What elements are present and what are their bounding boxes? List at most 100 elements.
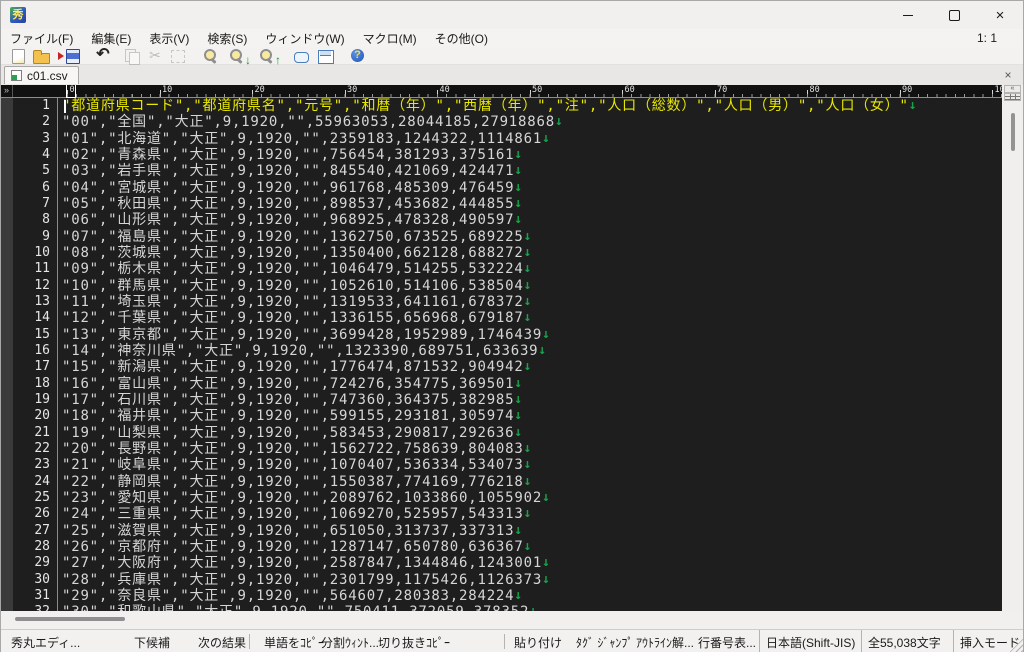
horizontal-scrollbar-thumb[interactable]: [15, 617, 125, 621]
editor-line: 14 "12","千葉県","大正",9,1920,"",1336155,6569…: [1, 310, 1004, 327]
editor-line: 8 "06","山形県","大正",9,1920,"",968925,478328…: [1, 212, 1004, 229]
status-input-mode[interactable]: 挿入モード: [953, 630, 1020, 652]
menu-item-macro[interactable]: マクロ(M): [354, 29, 426, 47]
line-number: 24: [34, 473, 50, 489]
line-text[interactable]: "30","和歌山県","大正",9,1920,"",750411,372059…: [57, 604, 529, 611]
open-file-icon[interactable]: [31, 47, 51, 65]
line-text[interactable]: "16","富山県","大正",9,1920,"",724276,354775,…: [57, 375, 514, 392]
line-text[interactable]: "19","山梨県","大正",9,1920,"",583453,290817,…: [57, 424, 514, 441]
line-text[interactable]: "21","岐阜県","大正",9,1920,"",1070407,536334…: [57, 457, 524, 474]
line-text[interactable]: "17","石川県","大正",9,1920,"",747360,364375,…: [57, 391, 514, 409]
line-text[interactable]: "10","群馬県","大正",9,1920,"",1052610,514106…: [57, 277, 524, 294]
editor-line: 11 "09","栃木県","大正",9,1920,"",1046479,5142…: [1, 261, 1004, 278]
line-text[interactable]: "28","兵庫県","大正",9,1920,"",2301799,117542…: [57, 571, 542, 588]
status-bar: 秀丸エディ... 下候補 次の結果 単語をｺﾋﾟｰ 分割ｳｨﾝﾄ... 切り抜き ｺﾋﾟｰ 貼…: [1, 629, 1023, 652]
status-app-name[interactable]: 秀丸エディ...: [11, 634, 80, 651]
ruler-label-80: 80: [807, 85, 820, 97]
vertical-scrollbar-thumb[interactable]: [1011, 113, 1015, 151]
editor-line: 29 "27","大阪府","大正",9,1920,"",2587847,1344…: [1, 555, 1004, 572]
menu-item-edit[interactable]: 編集(E): [82, 29, 140, 47]
ruler-corner-marker: »: [1, 85, 13, 97]
line-text[interactable]: "27","大阪府","大正",9,1920,"",2587847,134484…: [57, 555, 542, 572]
editor-area[interactable]: » 0102030405060708090100 1"都道府県コード","都道府…: [1, 85, 1004, 611]
line-text[interactable]: "26","京都府","大正",9,1920,"",1287147,650780…: [57, 538, 524, 556]
status-candidate-down[interactable]: 下候補: [134, 634, 170, 651]
menu-item-view[interactable]: 表示(V): [140, 29, 198, 47]
new-file-icon[interactable]: [8, 47, 28, 65]
line-text[interactable]: "11","埼玉県","大正",9,1920,"",1319533,641161…: [57, 293, 524, 311]
menu-item-file[interactable]: ファイル(F): [1, 29, 82, 47]
ruler-collapse-button[interactable]: «: [1004, 85, 1021, 93]
window-controls: ×: [885, 1, 1023, 29]
line-text[interactable]: "23","愛知県","大正",9,1920,"",2089762,103386…: [57, 489, 542, 507]
eol-mark: ↓: [542, 571, 550, 587]
line-text[interactable]: "00","全国","大正",9,1920,"",55963053,280441…: [57, 114, 555, 131]
status-copy-word[interactable]: 単語をｺﾋﾟｰ: [264, 634, 324, 651]
search-up-icon[interactable]: ↑: [257, 47, 281, 66]
menu-item-other[interactable]: その他(O): [426, 29, 497, 47]
close-button[interactable]: ×: [977, 1, 1023, 29]
save-file-icon[interactable]: [57, 47, 81, 65]
line-text[interactable]: "07","福島県","大正",9,1920,"",1362750,673525…: [57, 228, 524, 245]
status-next-result[interactable]: 次の結果: [198, 634, 246, 651]
status-paste[interactable]: 貼り付け: [514, 634, 562, 651]
menu-item-search[interactable]: 検索(S): [198, 29, 256, 47]
editor-line: 5 "03","岩手県","大正",9,1920,"",845540,421069…: [1, 163, 1004, 180]
line-text[interactable]: "02","青森県","大正",9,1920,"",756454,381293,…: [57, 146, 514, 164]
status-split-window[interactable]: 分割ｳｨﾝﾄ...: [321, 634, 379, 651]
line-text[interactable]: "22","静岡県","大正",9,1920,"",1550387,774169…: [57, 473, 524, 490]
menu-item-window[interactable]: ウィンドウ(W): [256, 29, 353, 47]
horizontal-scrollbar[interactable]: [1, 611, 1004, 629]
search-icon[interactable]: [201, 47, 221, 65]
status-tag-jump[interactable]: ﾀｸﾞ ｼﾞｬﾝﾌﾟ: [576, 634, 633, 651]
line-text[interactable]: "09","栃木県","大正",9,1920,"",1046479,514255…: [57, 261, 524, 278]
editor-line: 15 "13","東京都","大正",9,1920,"",3699428,1952…: [1, 326, 1004, 343]
eol-mark: ↓: [523, 359, 532, 375]
ruler-label-10: 10: [159, 85, 172, 97]
line-text[interactable]: "03","岩手県","大正",9,1920,"",845540,421069,…: [57, 163, 514, 180]
maximize-button[interactable]: [931, 1, 977, 29]
ruler-grid-button[interactable]: [1004, 93, 1021, 101]
line-text[interactable]: "18","福井県","大正",9,1920,"",599155,293181,…: [57, 408, 514, 425]
line-text[interactable]: "24","三重県","大正",9,1920,"",1069270,525957…: [57, 506, 524, 523]
line-text[interactable]: "04","宮城県","大正",9,1920,"",961768,485309,…: [57, 179, 514, 196]
minimize-button[interactable]: [885, 1, 931, 29]
eol-mark: ↓: [514, 522, 523, 538]
tab-c01csv[interactable]: c01.csv: [4, 66, 79, 84]
split-window-icon[interactable]: [316, 47, 336, 65]
line-text[interactable]: "12","千葉県","大正",9,1920,"",1336155,656968…: [57, 310, 524, 327]
line-text[interactable]: "06","山形県","大正",9,1920,"",968925,478328,…: [57, 212, 514, 229]
eol-mark: ↓: [523, 539, 532, 555]
line-text[interactable]: "14","神奈川県","大正",9,1920,"",1323390,68975…: [57, 342, 538, 360]
line-text[interactable]: "15","新潟県","大正",9,1920,"",1776474,871532…: [57, 359, 524, 376]
tab-close-icon[interactable]: ×: [1001, 68, 1015, 82]
line-text[interactable]: "25","滋賀県","大正",9,1920,"",651050,313737,…: [57, 522, 514, 539]
status-outline[interactable]: ｱｳﾄﾗｲﾝ解...: [636, 634, 694, 651]
status-line-number-display[interactable]: 行番号表...: [698, 634, 756, 651]
line-text[interactable]: "08","茨城県","大正",9,1920,"",1350400,662128…: [57, 244, 524, 262]
tab-label: c01.csv: [27, 68, 68, 83]
editor-line: 6 "04","宮城県","大正",9,1920,"",961768,485309…: [1, 179, 1004, 196]
vertical-scrollbar[interactable]: «: [1002, 85, 1023, 611]
line-text[interactable]: "都道府県コード","都道府県名","元号","和暦（年）","西暦（年）","…: [57, 98, 909, 115]
status-encoding[interactable]: 日本語(Shift-JIS): [759, 630, 861, 652]
menu-bar: ファイル(F) 編集(E) 表示(V) 検索(S) ウィンドウ(W) マクロ(M) その他(…: [1, 29, 1023, 47]
text-area[interactable]: 1 "都道府県コード","都道府県名","元号","和暦（年）","西暦（年）",…: [1, 98, 1004, 611]
line-number: 26: [34, 506, 50, 522]
tag-icon[interactable]: [292, 47, 312, 65]
select-icon: [168, 47, 188, 65]
line-text[interactable]: "01","北海道","大正",9,1920,"",2359183,124432…: [57, 130, 542, 147]
line-text[interactable]: "13","東京都","大正",9,1920,"",3699428,195298…: [57, 326, 542, 343]
editor-line: 7 "05","秋田県","大正",9,1920,"",898537,453682…: [1, 195, 1004, 213]
line-text[interactable]: "29","奈良県","大正",9,1920,"",564607,280383,…: [57, 587, 514, 605]
status-cut[interactable]: 切り抜き: [378, 634, 426, 651]
eol-mark: ↓: [514, 588, 523, 603]
line-text[interactable]: "05","秋田県","大正",9,1920,"",898537,453682,…: [57, 195, 514, 213]
status-copy[interactable]: ｺﾋﾟｰ: [426, 634, 450, 651]
help-icon[interactable]: [348, 47, 368, 65]
line-text[interactable]: "20","長野県","大正",9,1920,"",1562722,758639…: [57, 440, 524, 458]
undo-icon[interactable]: ↶: [93, 46, 113, 65]
search-down-icon[interactable]: ↓: [227, 47, 251, 66]
eol-mark: ↓: [542, 130, 550, 146]
line-number: 12: [34, 277, 50, 293]
